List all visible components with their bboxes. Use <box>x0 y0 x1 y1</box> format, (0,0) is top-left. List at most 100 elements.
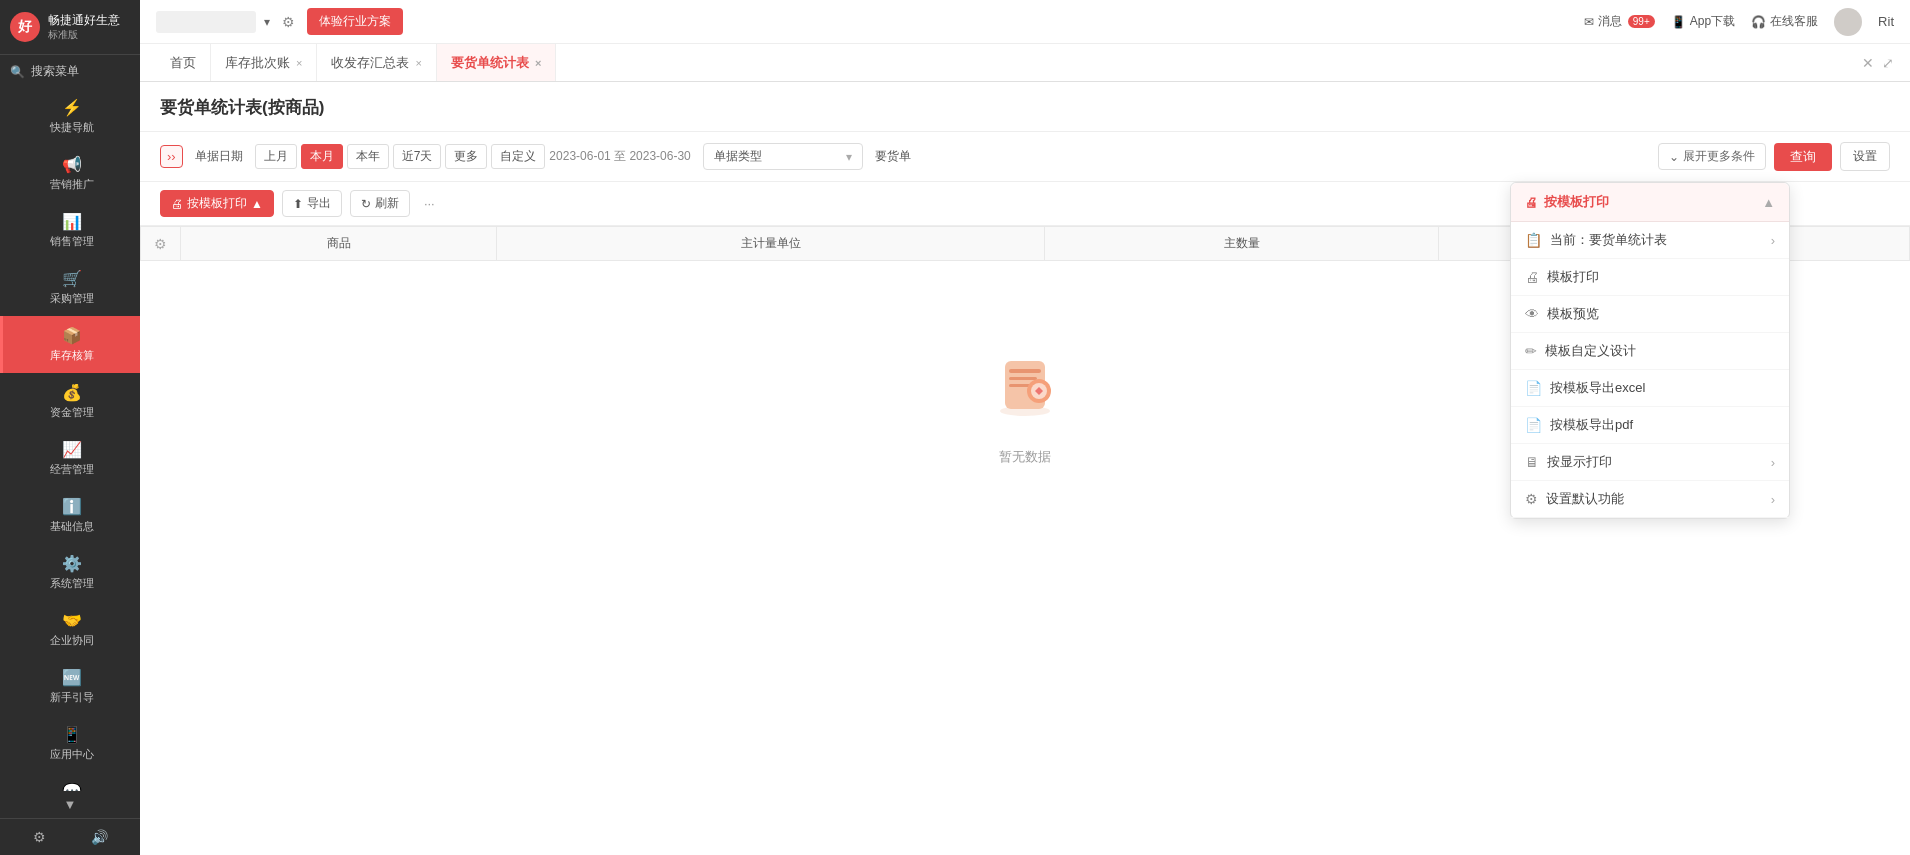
sidebar-item-inventory[interactable]: 📦 库存核算 <box>0 316 140 373</box>
tab-close-inventory-batch[interactable]: × <box>296 57 302 69</box>
svg-rect-3 <box>1009 377 1037 380</box>
sidebar-item-guide[interactable]: 🆕 新手引导 <box>0 658 140 715</box>
topbar-search-area: ▾ <box>156 11 270 33</box>
date-btn-7days[interactable]: 近7天 <box>393 144 442 169</box>
tab-receipt-summary[interactable]: 收发存汇总表 × <box>317 44 436 81</box>
topbar-search-input[interactable] <box>156 11 256 33</box>
sidebar-item-purchase[interactable]: 🛒 采购管理 <box>0 259 140 316</box>
app-name: 畅捷通好生意 标准版 <box>48 13 120 42</box>
empty-illustration <box>985 341 1065 421</box>
export-excel-icon: 📄 <box>1525 380 1542 396</box>
dropdown-menu: 🖨 按模板打印 ▲ 📋 当前：要货单统计表 › 🖨 模板打印 👁 模板预览 <box>1510 182 1790 519</box>
sidebar-bottom: ⚙ 🔊 <box>0 818 140 855</box>
dropdown-export-pdf[interactable]: 📄 按模板导出pdf <box>1511 407 1789 444</box>
date-btn-more[interactable]: 更多 <box>445 144 487 169</box>
settings-btn[interactable]: 设置 <box>1840 142 1890 171</box>
maximize-window-icon[interactable]: ⤢ <box>1882 55 1894 71</box>
sidebar-item-app-center[interactable]: 📱 应用中心 <box>0 715 140 772</box>
tab-close-receipt-summary[interactable]: × <box>415 57 421 69</box>
sidebar-search[interactable]: 🔍 搜索菜单 <box>0 55 140 88</box>
tabs-window-btns: ✕ ⤢ <box>1862 55 1894 71</box>
sidebar-item-basic-info[interactable]: ℹ️ 基础信息 <box>0 487 140 544</box>
toolbar: 🖨 按模板打印 ▲ ⬆ 导出 ↻ 刷新 ··· 🖨 按模板打印 ▲ � <box>140 182 1910 226</box>
chevron-up-dropdown-icon: ▲ <box>1762 195 1775 210</box>
search-icon: 🔍 <box>10 65 25 79</box>
template-preview-icon: 👁 <box>1525 306 1539 322</box>
dropdown-export-excel[interactable]: 📄 按模板导出excel <box>1511 370 1789 407</box>
sidebar-item-operations[interactable]: 📈 经营管理 <box>0 430 140 487</box>
dropdown-template-preview[interactable]: 👁 模板预览 <box>1511 296 1789 333</box>
sidebar-item-cooperation[interactable]: 🤝 企业协同 <box>0 601 140 658</box>
sidebar: 好 畅捷通好生意 标准版 🔍 搜索菜单 ⚡ 快捷导航 📢 营销推广 📊 销售管理… <box>0 0 140 855</box>
dropdown-set-default[interactable]: ⚙ 设置默认功能 › <box>1511 481 1789 518</box>
topbar-dropdown[interactable]: ▾ <box>264 15 270 29</box>
topbar-settings-icon[interactable]: ⚙ <box>282 14 295 30</box>
page-title: 要货单统计表(按商品) <box>160 96 1890 119</box>
close-window-icon[interactable]: ✕ <box>1862 55 1874 71</box>
dropdown-template-design[interactable]: ✏ 模板自定义设计 <box>1511 333 1789 370</box>
date-filter: 上月 本月 本年 近7天 更多 自定义 2023-06-01 至 2023-06… <box>255 144 691 169</box>
experience-btn[interactable]: 体验行业方案 <box>307 8 403 35</box>
empty-icon <box>985 341 1065 436</box>
basic-info-icon: ℹ️ <box>62 497 82 516</box>
filter-area: ›› 单据日期 上月 本月 本年 近7天 更多 自定义 2023-06-01 至… <box>140 132 1910 182</box>
cooperation-icon: 🤝 <box>62 611 82 630</box>
date-label: 单据日期 <box>195 148 243 165</box>
svg-rect-2 <box>1009 369 1041 373</box>
dropdown-title: 🖨 按模板打印 <box>1525 193 1609 211</box>
sidebar-item-quick-nav[interactable]: ⚡ 快捷导航 <box>0 88 140 145</box>
inventory-icon: 📦 <box>62 326 82 345</box>
tab-close-order-stats[interactable]: × <box>535 57 541 69</box>
guide-icon: 🆕 <box>62 668 82 687</box>
more-dots-btn[interactable]: ··· <box>418 192 441 215</box>
date-btn-this-month[interactable]: 本月 <box>301 144 343 169</box>
app-download-btn[interactable]: 📱 App下载 <box>1671 13 1735 30</box>
query-btn[interactable]: 查询 <box>1774 143 1832 171</box>
message-badge: 99+ <box>1628 15 1655 28</box>
gear-icon[interactable]: ⚙ <box>154 236 167 252</box>
date-btn-this-year[interactable]: 本年 <box>347 144 389 169</box>
sidebar-logo: 好 畅捷通好生意 标准版 <box>0 0 140 55</box>
order-type-label: 单据类型 <box>714 148 762 165</box>
sidebar-scroll-down[interactable]: ▼ <box>0 791 140 818</box>
dropdown-current-item[interactable]: 📋 当前：要货单统计表 › <box>1511 222 1789 259</box>
user-name: Rit <box>1878 14 1894 29</box>
online-service-btn[interactable]: 🎧 在线客服 <box>1751 13 1818 30</box>
avatar[interactable] <box>1834 8 1862 36</box>
date-range: 2023-06-01 至 2023-06-30 <box>549 148 690 165</box>
filter-row: ›› 单据日期 上月 本月 本年 近7天 更多 自定义 2023-06-01 至… <box>160 142 1890 171</box>
export-btn[interactable]: ⬆ 导出 <box>282 190 342 217</box>
filter-expand-btn[interactable]: ›› <box>160 145 183 168</box>
message-icon: ✉ <box>1584 15 1594 29</box>
topbar: ▾ ⚙ 体验行业方案 ✉ 消息 99+ 📱 App下载 🎧 在线客服 Rit <box>140 0 1910 44</box>
dropdown-display-print[interactable]: 🖥 按显示打印 › <box>1511 444 1789 481</box>
sidebar-item-finance[interactable]: 💰 资金管理 <box>0 373 140 430</box>
sound-icon[interactable]: 🔊 <box>91 829 108 845</box>
sidebar-item-marketing[interactable]: 📢 营销推广 <box>0 145 140 202</box>
sidebar-item-wechat[interactable]: 💬 企业微信 <box>0 772 140 791</box>
system-icon: ⚙️ <box>62 554 82 573</box>
col-goods: 商品 <box>181 227 497 261</box>
tab-inventory-batch[interactable]: 库存批次账 × <box>211 44 317 81</box>
empty-text: 暂无数据 <box>999 448 1051 466</box>
headset-icon: 🎧 <box>1751 15 1766 29</box>
settings-icon[interactable]: ⚙ <box>33 829 46 845</box>
order-type-select[interactable]: 单据类型 ▾ <box>703 143 863 170</box>
date-btn-custom[interactable]: 自定义 <box>491 144 545 169</box>
template-print-icon: 🖨 <box>1525 269 1539 285</box>
sidebar-item-sales[interactable]: 📊 销售管理 <box>0 202 140 259</box>
expand-more-btn[interactable]: ⌄ 展开更多条件 <box>1658 143 1766 170</box>
chevron-right-display-icon: › <box>1771 455 1775 470</box>
dropdown-template-print[interactable]: 🖨 模板打印 <box>1511 259 1789 296</box>
dropdown-header[interactable]: 🖨 按模板打印 ▲ <box>1511 183 1789 222</box>
col-settings[interactable]: ⚙ <box>141 227 181 261</box>
sidebar-item-system[interactable]: ⚙️ 系统管理 <box>0 544 140 601</box>
print-template-btn[interactable]: 🖨 按模板打印 ▲ <box>160 190 274 217</box>
sales-icon: 📊 <box>62 212 82 231</box>
tab-home[interactable]: 首页 <box>156 44 211 81</box>
tab-order-stats[interactable]: 要货单统计表 × <box>437 44 556 81</box>
date-btn-last-month[interactable]: 上月 <box>255 144 297 169</box>
message-btn[interactable]: ✉ 消息 99+ <box>1584 13 1655 30</box>
refresh-btn[interactable]: ↻ 刷新 <box>350 190 410 217</box>
topbar-right: ✉ 消息 99+ 📱 App下载 🎧 在线客服 Rit <box>1584 8 1894 36</box>
